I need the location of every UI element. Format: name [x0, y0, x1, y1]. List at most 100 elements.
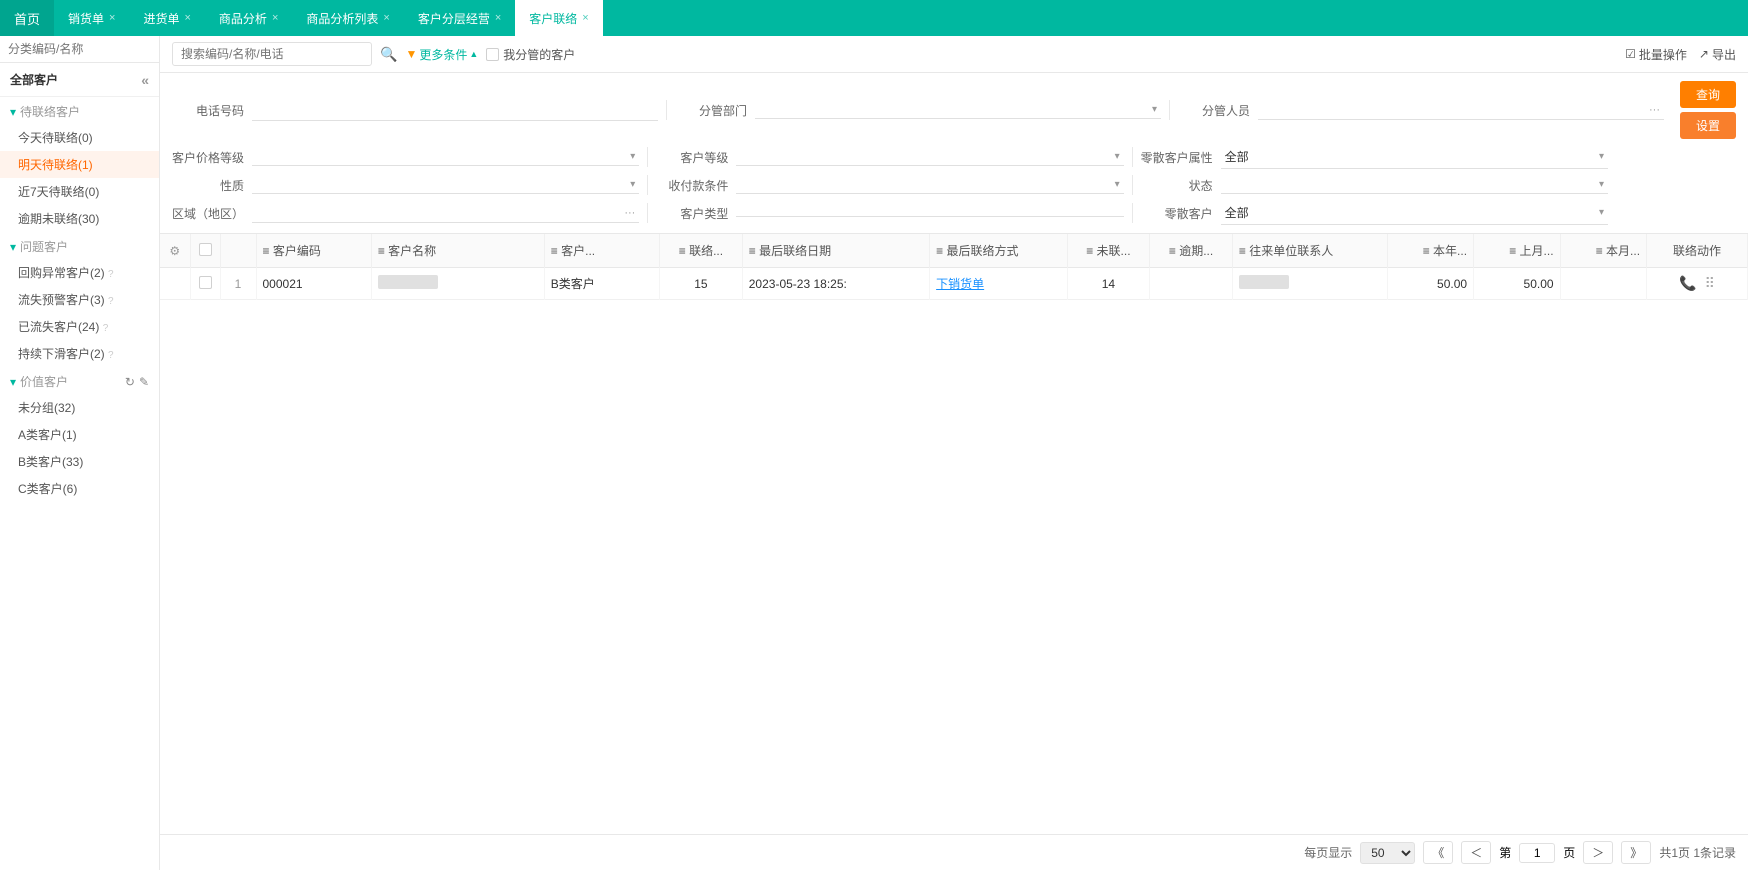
close-purchase-icon[interactable]: ×: [184, 12, 190, 24]
total-label: 共1页 1条记录: [1659, 844, 1736, 861]
nav-item-customer-contact[interactable]: 客户联络 ×: [515, 0, 602, 36]
query-button[interactable]: 查询: [1680, 81, 1736, 108]
price-level-arrow-icon: ▾: [630, 151, 635, 162]
sidebar-group-problem[interactable]: ▾ 问题客户: [0, 232, 159, 259]
payment-select[interactable]: ▾: [736, 176, 1123, 194]
sidebar-item-ungrouped[interactable]: 未分组(32): [0, 394, 159, 421]
sidebar-item-class-b[interactable]: B类客户(33): [0, 448, 159, 475]
batch-operation-button[interactable]: ☑ 批量操作: [1625, 46, 1687, 63]
sidebar-group-pending[interactable]: ▾ 待联络客户: [0, 97, 159, 124]
nav-item-salesorder[interactable]: 销货单 ×: [54, 0, 129, 36]
sidebar-item-class-c[interactable]: C类客户(6): [0, 475, 159, 502]
nav-home[interactable]: 首页: [0, 0, 54, 36]
close-product-analysis-list-icon[interactable]: ×: [383, 12, 389, 24]
customer-type-select[interactable]: [736, 210, 1123, 217]
region-select[interactable]: ···: [252, 204, 639, 223]
sidebar-search-input[interactable]: [8, 42, 160, 56]
sidebar-all-customers[interactable]: 全部客户 «: [0, 63, 159, 97]
person-label: 分管人员: [1178, 102, 1258, 119]
table-unit-contact-header[interactable]: ≡ 往来单位联系人: [1232, 234, 1387, 268]
row1-divider2: [1169, 100, 1170, 120]
table-overdue-header[interactable]: ≡ 逾期...: [1150, 234, 1233, 268]
nature-arrow-icon: ▾: [630, 179, 635, 190]
table-index-header: [220, 234, 256, 268]
status-select[interactable]: ▾: [1221, 176, 1608, 194]
close-salesorder-icon[interactable]: ×: [109, 12, 115, 24]
customer-type-label: 客户类型: [656, 205, 736, 222]
person-more-icon: ···: [1649, 104, 1660, 116]
row-action-qr-icon[interactable]: ⠿: [1705, 275, 1715, 292]
retail-attr-select[interactable]: 全部 ▾: [1221, 145, 1608, 169]
row-checkbox[interactable]: [199, 276, 212, 289]
table-name-header[interactable]: ≡ 客户名称: [371, 234, 544, 268]
nature-select[interactable]: ▾: [252, 176, 639, 194]
row-action: 📞 ⠿: [1647, 268, 1748, 300]
table-contact-count-header[interactable]: ≡ 联络...: [660, 234, 743, 268]
my-customers-checkbox-area[interactable]: 我分管的客户: [486, 46, 575, 63]
price-level-select[interactable]: ▾: [252, 148, 639, 166]
dept-select[interactable]: ▾: [755, 101, 1161, 119]
value-refresh-icon[interactable]: ↻: [125, 375, 135, 389]
sidebar-item-class-a[interactable]: A类客户(1): [0, 421, 159, 448]
sidebar-item-churn-warning[interactable]: 流失预警客户(3) ?: [0, 286, 159, 313]
table-this-year-header[interactable]: ≡ 本年...: [1387, 234, 1473, 268]
per-page-select[interactable]: 50 100 200: [1360, 842, 1415, 864]
phone-input[interactable]: [252, 100, 658, 121]
close-customer-tier-icon[interactable]: ×: [495, 12, 501, 24]
row2-divider2: [1132, 147, 1133, 167]
nav-item-customer-tier[interactable]: 客户分层经营 ×: [404, 0, 515, 36]
customer-table-wrapper: ⚙ ≡ 客户编码 ≡ 客户名称: [160, 234, 1748, 834]
sidebar-item-declining[interactable]: 持续下滑客户(2) ?: [0, 340, 159, 367]
table-settings-header[interactable]: ⚙: [160, 234, 190, 268]
select-all-checkbox[interactable]: [199, 243, 212, 256]
table-last-contact-way-header[interactable]: ≡ 最后联络方式: [930, 234, 1067, 268]
close-customer-contact-icon[interactable]: ×: [582, 12, 588, 24]
row4-divider2: [1132, 203, 1133, 223]
filter-search-button[interactable]: 🔍: [380, 46, 397, 63]
sidebar-item-repurchase-abnormal[interactable]: 回购异常客户(2) ?: [0, 259, 159, 286]
prev-page-button[interactable]: ＜: [1461, 841, 1491, 864]
page-suffix-label: 页: [1563, 844, 1575, 861]
close-product-analysis-icon[interactable]: ×: [272, 12, 278, 24]
table-code-header[interactable]: ≡ 客户编码: [256, 234, 371, 268]
row3-divider: [647, 175, 648, 195]
row-code: 000021: [256, 268, 371, 300]
nav-item-purchase[interactable]: 进货单 ×: [129, 0, 204, 36]
sidebar-item-tomorrow-pending[interactable]: 明天待联络(1): [0, 151, 159, 178]
table-customer-type-header[interactable]: ≡ 客户...: [544, 234, 659, 268]
first-page-button[interactable]: 《: [1423, 841, 1453, 864]
table-last-contact-date-header[interactable]: ≡ 最后联络日期: [742, 234, 929, 268]
sidebar-item-overdue-pending[interactable]: 逾期未联络(30): [0, 205, 159, 232]
customer-level-select[interactable]: ▾: [736, 148, 1123, 166]
customer-table: ⚙ ≡ 客户编码 ≡ 客户名称: [160, 234, 1748, 300]
value-edit-icon[interactable]: ✎: [139, 375, 149, 389]
sidebar-item-7days-pending[interactable]: 近7天待联络(0): [0, 178, 159, 205]
set-button[interactable]: 设置: [1680, 112, 1736, 139]
retail-attr-label: 零散客户属性: [1141, 149, 1221, 166]
export-button[interactable]: ↗ 导出: [1699, 46, 1736, 63]
export-icon: ↗: [1699, 47, 1709, 61]
nav-item-product-analysis[interactable]: 商品分析 ×: [205, 0, 292, 36]
row-last-contact-way-link[interactable]: 下销货单: [936, 277, 984, 291]
batch-icon: ☑: [1625, 47, 1636, 61]
sidebar-item-today-pending[interactable]: 今天待联络(0): [0, 124, 159, 151]
table-last-month-header[interactable]: ≡ 上月...: [1474, 234, 1560, 268]
next-page-button[interactable]: ＞: [1583, 841, 1613, 864]
sidebar-group-value[interactable]: ▾ 价值客户 ↻ ✎: [0, 367, 159, 394]
filter-search-input[interactable]: [172, 42, 372, 66]
table-this-month-header[interactable]: ≡ 本月...: [1560, 234, 1646, 268]
retail-customer-select[interactable]: 全部 ▾: [1221, 201, 1608, 225]
more-conditions-button[interactable]: ▼ 更多条件 ▲: [405, 46, 478, 63]
last-page-button[interactable]: 》: [1621, 841, 1651, 864]
sidebar-collapse-icon[interactable]: «: [141, 72, 149, 88]
row-action-phone-icon[interactable]: 📞: [1679, 275, 1696, 292]
table-uncontact-header[interactable]: ≡ 未联...: [1067, 234, 1150, 268]
sidebar-item-churned[interactable]: 已流失客户(24) ?: [0, 313, 159, 340]
filter-bar: 🔍 ▼ 更多条件 ▲ 我分管的客户 ☑ 批量操作 ↗: [160, 36, 1748, 73]
page-number-input[interactable]: [1519, 843, 1555, 863]
my-customers-checkbox[interactable]: [486, 48, 499, 61]
person-select[interactable]: ···: [1258, 101, 1664, 120]
nav-item-product-analysis-list[interactable]: 商品分析列表 ×: [292, 0, 403, 36]
nature-label: 性质: [172, 177, 252, 194]
row-contact-count: 15: [660, 268, 743, 300]
